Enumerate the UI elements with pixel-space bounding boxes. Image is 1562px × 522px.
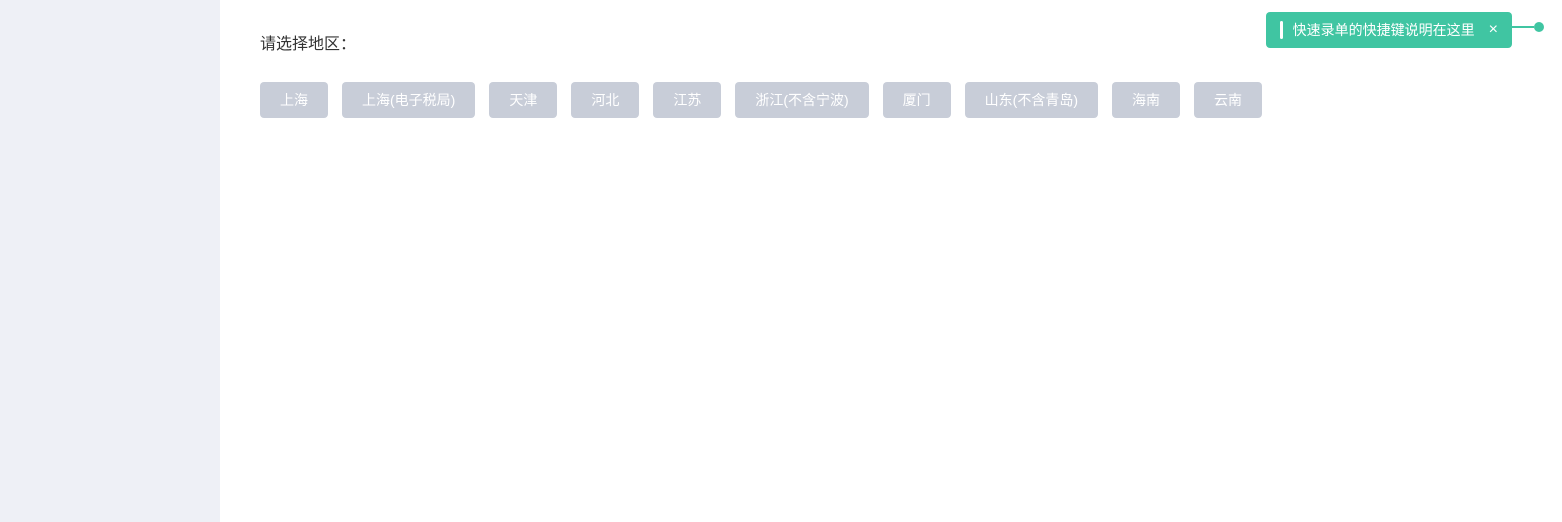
region-button[interactable]: 河北 [571, 82, 639, 118]
region-button[interactable]: 天津 [489, 82, 557, 118]
region-button[interactable]: 上海 [260, 82, 328, 118]
main-content: 请选择地区： 上海上海(电子税局)天津河北江苏浙江(不含宁波)厦门山东(不含青岛… [220, 0, 1562, 522]
region-button[interactable]: 云南 [1194, 82, 1262, 118]
tooltip-dot [1534, 22, 1544, 32]
tooltip-close-button[interactable]: × [1489, 22, 1498, 38]
region-button[interactable]: 厦门 [883, 82, 951, 118]
region-button[interactable]: 浙江(不含宁波) [735, 82, 868, 118]
region-button[interactable]: 海南 [1112, 82, 1180, 118]
tooltip-text: 快速录单的快捷键说明在这里 [1293, 20, 1475, 40]
tooltip-popup: 快速录单的快捷键说明在这里 × [1266, 12, 1512, 48]
sidebar [0, 0, 220, 522]
region-button[interactable]: 上海(电子税局) [342, 82, 475, 118]
region-button[interactable]: 江苏 [653, 82, 721, 118]
region-buttons: 上海上海(电子税局) 天津河北江苏浙江(不含宁波) 厦门山东(不含青岛) 海南云南 [260, 82, 1522, 118]
region-button[interactable]: 山东(不含青岛) [965, 82, 1098, 118]
tooltip-line [1512, 26, 1534, 28]
